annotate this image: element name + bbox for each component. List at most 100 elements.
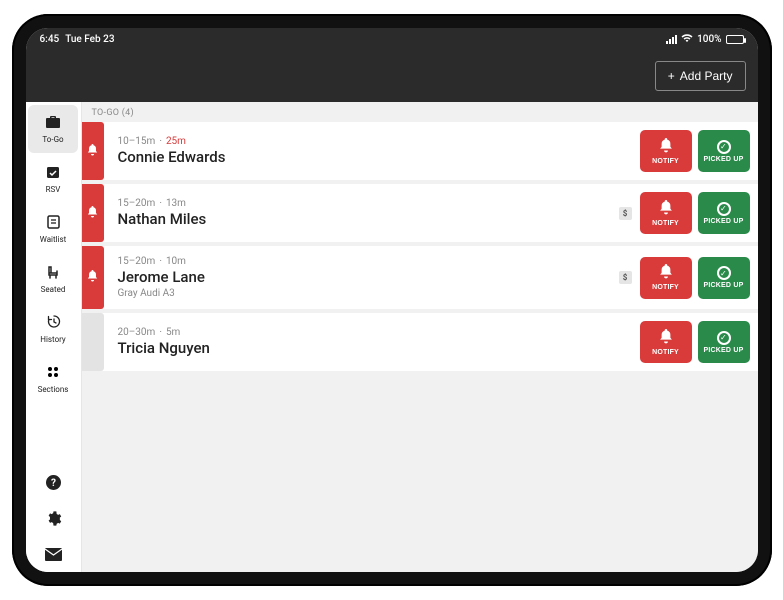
bell-icon <box>659 329 673 347</box>
row-info: 10–15m·25mConnie Edwards <box>104 122 640 180</box>
row-status-alert <box>82 246 104 309</box>
picked-up-button[interactable]: ✓ PICKED UP <box>698 130 750 172</box>
notify-button[interactable]: NOTIFY <box>640 130 692 172</box>
gear-icon <box>45 510 62 527</box>
chair-icon <box>46 265 60 282</box>
picked-up-label: PICKED UP <box>704 218 744 225</box>
row-meta: 15–20m·13m <box>118 198 607 209</box>
check-circle-icon: ✓ <box>717 331 731 345</box>
bell-icon <box>87 270 98 285</box>
paid-badge: $ <box>619 207 632 220</box>
row-quote: 20–30m <box>118 327 156 338</box>
notify-button[interactable]: NOTIFY <box>640 321 692 363</box>
notify-button[interactable]: NOTIFY <box>640 192 692 234</box>
check-circle-icon: ✓ <box>717 140 731 154</box>
sidebar-item-seated[interactable]: Seated <box>28 255 78 303</box>
row-status-alert <box>82 184 104 242</box>
status-bar: 6:45 Tue Feb 23 100% <box>26 28 758 50</box>
calendar-check-icon <box>46 165 60 182</box>
help-icon: ? <box>45 474 62 491</box>
sidebar-item-label: Sections <box>38 385 69 394</box>
add-party-label: Add Party <box>680 69 733 83</box>
add-party-button[interactable]: + Add Party <box>655 61 746 91</box>
picked-up-button[interactable]: ✓ PICKED UP <box>698 321 750 363</box>
notify-label: NOTIFY <box>652 220 679 227</box>
row-elapsed: 13m <box>166 198 186 209</box>
screen: 6:45 Tue Feb 23 100% + Add Party <box>26 28 758 572</box>
sidebar-item-togo[interactable]: To-Go <box>28 105 78 153</box>
sidebar-item-sections[interactable]: Sections <box>28 355 78 403</box>
bell-icon <box>87 206 98 221</box>
row-actions: NOTIFY ✓ PICKED UP <box>640 122 758 180</box>
row-elapsed: 5m <box>166 327 180 338</box>
picked-up-button[interactable]: ✓ PICKED UP <box>698 192 750 234</box>
plus-icon: + <box>668 69 675 83</box>
order-row[interactable]: 15–20m·13mNathan Miles$NOTIFY✓PICKED UP <box>82 184 758 242</box>
help-button[interactable]: ? <box>28 464 78 500</box>
order-row[interactable]: 20–30m·5mTricia Nguyen NOTIFY ✓ PICKED UP <box>82 313 758 371</box>
clock-back-icon <box>46 314 61 332</box>
picked-up-label: PICKED UP <box>704 156 744 163</box>
row-quote: 15–20m <box>118 198 156 209</box>
row-quote: 10–15m <box>118 136 156 147</box>
sidebar-item-label: Waitlist <box>40 235 67 244</box>
row-info: 20–30m·5mTricia Nguyen <box>104 313 640 371</box>
picked-up-button[interactable]: ✓ PICKED UP <box>698 257 750 299</box>
battery-icon <box>726 35 744 44</box>
notify-label: NOTIFY <box>652 284 679 291</box>
main-list[interactable]: TO-GO (4) 10–15m·25mConnie EdwardsNOTIFY… <box>82 102 758 572</box>
order-row[interactable]: 15–20m·10mJerome Lane Gray Audi A3 $ NOTIFY… <box>82 246 758 309</box>
bell-icon <box>659 264 673 282</box>
picked-up-label: PICKED UP <box>704 347 744 354</box>
list-icon <box>47 215 60 232</box>
status-date: Tue Feb 23 <box>65 34 114 45</box>
row-actions: $ NOTIFY ✓ PICKED UP <box>619 246 758 309</box>
order-row[interactable]: 10–15m·25mConnie Edwards NOTIFY ✓ PICKED UP <box>82 122 758 180</box>
picked-up-label: PICKED UP <box>704 282 744 289</box>
sidebar-item-label: Seated <box>41 285 66 294</box>
messages-button[interactable] <box>28 536 78 572</box>
row-status-alert <box>82 122 104 180</box>
status-time: 6:45 <box>40 34 60 45</box>
row-customer-name: Connie Edwards <box>118 148 628 166</box>
row-actions: NOTIFY ✓ PICKED UP <box>640 313 758 371</box>
bell-icon <box>659 200 673 218</box>
svg-text:?: ? <box>51 478 56 489</box>
briefcase-icon <box>45 115 61 132</box>
paid-badge: $ <box>619 271 632 284</box>
battery-percent: 100% <box>697 34 721 45</box>
row-elapsed: 25m <box>166 136 186 147</box>
row-elapsed: 10m <box>166 256 186 267</box>
sidebar-item-rsv[interactable]: RSV <box>28 155 78 203</box>
sidebar-item-waitlist[interactable]: Waitlist <box>28 205 78 253</box>
row-meta: 15–20m·10m <box>118 256 607 267</box>
section-header: TO-GO (4) <box>82 102 758 122</box>
notify-label: NOTIFY <box>652 158 679 165</box>
row-info: 15–20m·13mNathan Miles <box>104 184 619 242</box>
check-circle-icon: ✓ <box>717 202 731 216</box>
dots-icon <box>46 365 60 382</box>
sidebar: To-Go RSV Waitlist <box>26 102 82 572</box>
app-top-bar: + Add Party <box>26 50 758 102</box>
tablet-frame: 6:45 Tue Feb 23 100% + Add Party <box>12 14 772 586</box>
wifi-icon <box>681 33 693 46</box>
row-note: Gray Audi A3 <box>118 288 607 299</box>
bell-icon <box>87 144 98 159</box>
row-meta: 20–30m·5m <box>118 327 628 338</box>
sidebar-item-history[interactable]: History <box>28 305 78 353</box>
row-quote: 15–20m <box>118 256 156 267</box>
check-circle-icon: ✓ <box>717 266 731 280</box>
row-actions: $ NOTIFY ✓ PICKED UP <box>619 184 758 242</box>
sidebar-item-label: RSV <box>46 185 61 194</box>
cellular-signal-icon <box>666 35 677 44</box>
row-status-blank <box>82 313 104 371</box>
settings-button[interactable] <box>28 500 78 536</box>
bell-icon <box>659 138 673 156</box>
row-customer-name: Tricia Nguyen <box>118 339 628 357</box>
notify-button[interactable]: NOTIFY <box>640 257 692 299</box>
envelope-icon <box>45 548 62 561</box>
row-info: 15–20m·10mJerome Lane Gray Audi A3 <box>104 246 619 309</box>
row-customer-name: Nathan Miles <box>118 210 607 228</box>
notify-label: NOTIFY <box>652 349 679 356</box>
row-customer-name: Jerome Lane <box>118 268 607 286</box>
